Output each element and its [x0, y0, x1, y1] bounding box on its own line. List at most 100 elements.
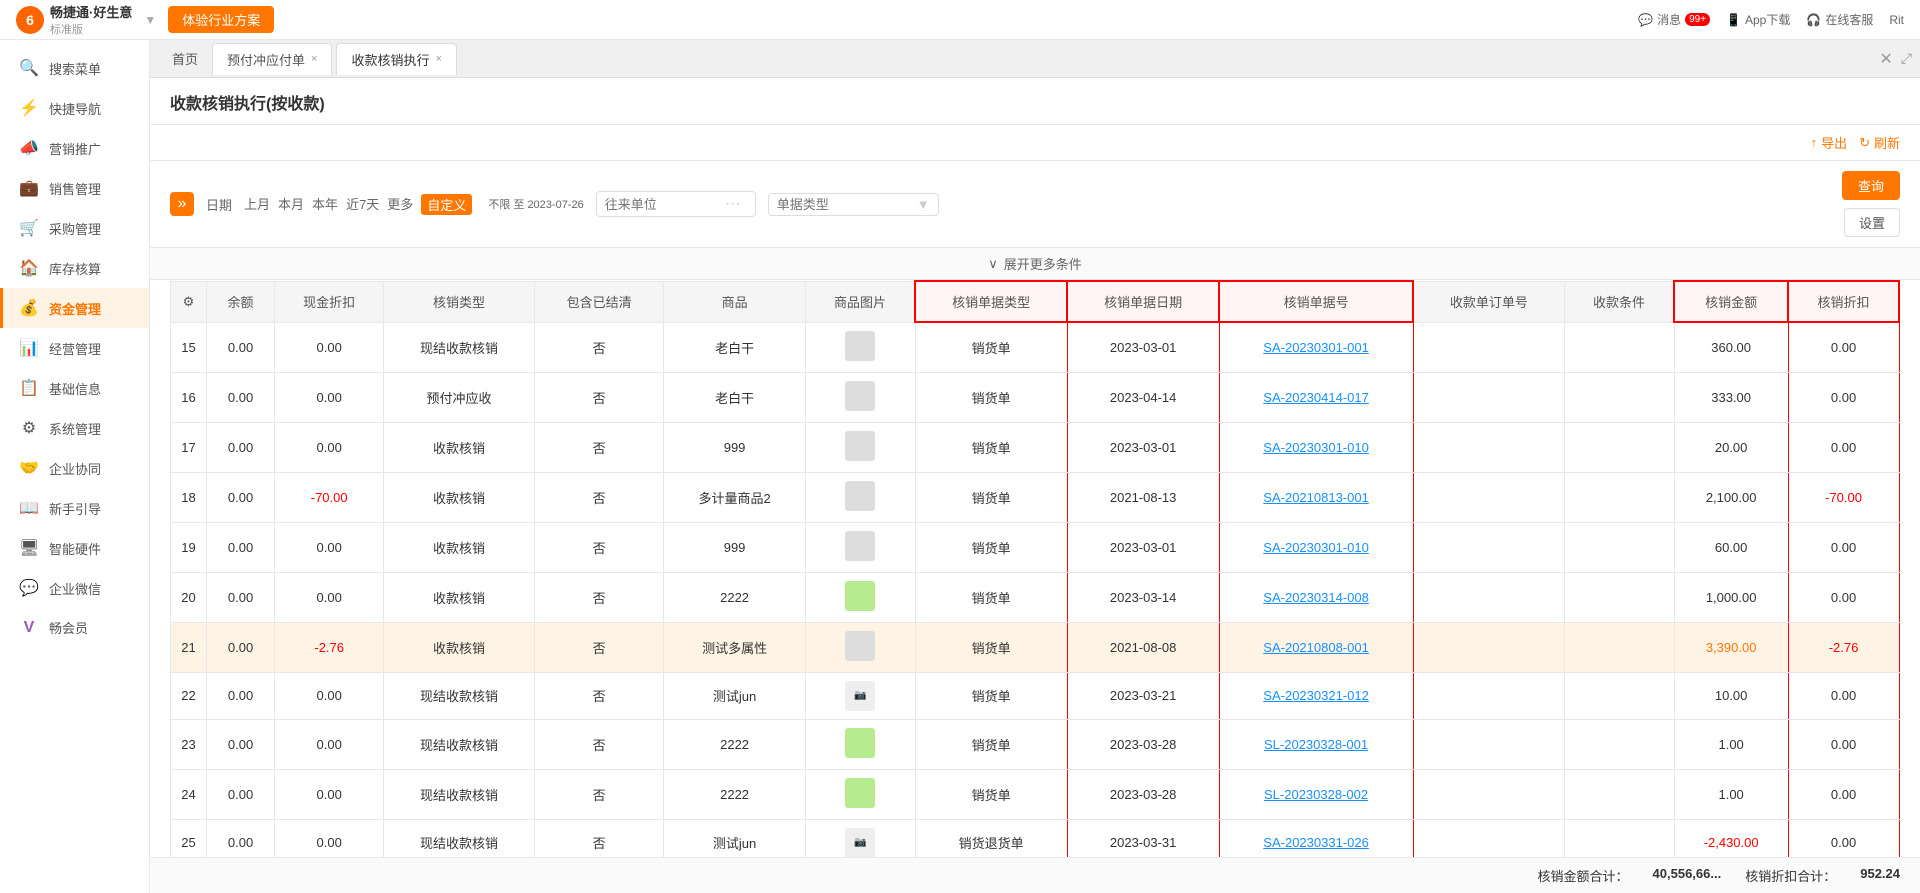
- goods-image: [845, 581, 875, 611]
- sidebar-item-member[interactable]: V 畅会员: [0, 608, 149, 647]
- sidebar-item-wechat[interactable]: 💬 企业微信: [0, 568, 149, 608]
- user-info[interactable]: Rit: [1889, 13, 1904, 27]
- goods-image: [845, 431, 875, 461]
- sidebar-item-search[interactable]: 🔍 搜索菜单: [0, 48, 149, 88]
- row-goods: 999: [664, 522, 805, 572]
- brand: 6 畅捷通·好生意 标准版: [16, 2, 132, 37]
- doc-no-link[interactable]: SL-20230328-002: [1264, 787, 1368, 802]
- date-link-this-month[interactable]: 本月: [278, 194, 304, 215]
- online-service-btn[interactable]: 🎧 在线客服: [1806, 11, 1873, 28]
- col-included: 包含已结清: [534, 281, 664, 322]
- doc-type-input[interactable]: [777, 197, 917, 212]
- sidebar-item-stock[interactable]: 🏠 库存核算: [0, 248, 149, 288]
- row-doc-no[interactable]: SA-20230301-001: [1219, 322, 1413, 372]
- refresh-btn[interactable]: ↻ 刷新: [1859, 133, 1900, 152]
- doc-no-link[interactable]: SA-20230331-026: [1263, 835, 1369, 850]
- sidebar-item-basic[interactable]: 📋 基础信息: [0, 368, 149, 408]
- top-bar-right: 💬 消息 99+ 📱 App下载 🎧 在线客服 Rit: [1638, 11, 1904, 28]
- date-range-wrap: 不限 至 2023-07-26: [488, 196, 583, 212]
- row-doc-date: 2023-03-21: [1067, 672, 1219, 719]
- sidebar-item-purchase[interactable]: 🛒 采购管理: [0, 208, 149, 248]
- row-doc-no[interactable]: SA-20230301-010: [1219, 422, 1413, 472]
- filter-collapse-btn[interactable]: »: [170, 192, 194, 216]
- row-goods: 2222: [664, 572, 805, 622]
- tab-window-close[interactable]: ✕: [1879, 49, 1892, 69]
- doc-no-link[interactable]: SA-20230301-010: [1263, 540, 1369, 555]
- table-row: 180.00-70.00收款核销否多计量商品2销货单2021-08-13SA-2…: [171, 472, 1900, 522]
- date-link-more[interactable]: 更多: [387, 194, 413, 215]
- doc-no-link[interactable]: SA-20230321-012: [1263, 688, 1369, 703]
- counterpart-input[interactable]: [605, 197, 725, 212]
- tab-prepay[interactable]: 预付冲应付单 ×: [212, 43, 332, 75]
- row-included: 否: [534, 622, 664, 672]
- col-doc-type: 核销单据类型: [915, 281, 1067, 322]
- message-btn[interactable]: 💬 消息 99+: [1638, 11, 1710, 28]
- row-hex-discount: 0.00: [1788, 422, 1899, 472]
- export-btn[interactable]: ↑ 导出: [1811, 133, 1848, 152]
- row-doc-no[interactable]: SA-20210808-001: [1219, 622, 1413, 672]
- row-doc-date: 2021-08-13: [1067, 472, 1219, 522]
- query-btn[interactable]: 查询: [1842, 171, 1900, 200]
- filter-right-actions: 查询 设置: [1842, 171, 1900, 237]
- footer-discount-label: 核销折扣合计：: [1745, 866, 1836, 885]
- expand-bar[interactable]: ∨ 展开更多条件: [150, 248, 1920, 280]
- row-doc-no[interactable]: SA-20230414-017: [1219, 372, 1413, 422]
- col-gear[interactable]: ⚙: [171, 281, 207, 322]
- table-row: 160.000.00预付冲应收否老白干销货单2023-04-14SA-20230…: [171, 372, 1900, 422]
- tab-bar: 首页 预付冲应付单 × 收款核销执行 × ✕ ⤢: [150, 40, 1920, 78]
- date-link-this-year[interactable]: 本年: [312, 194, 338, 215]
- row-balance: 0.00: [207, 472, 275, 522]
- date-link-7days[interactable]: 近7天: [346, 194, 379, 215]
- date-link-custom[interactable]: 自定义: [421, 194, 472, 215]
- date-link-last-month[interactable]: 上月: [244, 194, 270, 215]
- row-doc-type: 销货单: [915, 322, 1067, 372]
- counterpart-wrap: ···: [596, 191, 756, 217]
- row-doc-no[interactable]: SL-20230328-001: [1219, 719, 1413, 769]
- tab-window-expand[interactable]: ⤢: [1901, 50, 1912, 67]
- tab-prepay-close[interactable]: ×: [311, 53, 317, 65]
- row-included: 否: [534, 322, 664, 372]
- row-id: 17: [171, 422, 207, 472]
- doc-no-link[interactable]: SA-20210808-001: [1263, 640, 1369, 655]
- sidebar-label-guide: 新手引导: [49, 499, 101, 518]
- row-type: 收款核销: [384, 472, 534, 522]
- tab-receivable[interactable]: 收款核销执行 ×: [336, 43, 456, 75]
- row-doc-date: 2023-03-31: [1067, 819, 1219, 857]
- doc-no-link[interactable]: SA-20230301-010: [1263, 440, 1369, 455]
- doc-no-link[interactable]: SA-20230301-001: [1263, 340, 1369, 355]
- tab-receivable-close[interactable]: ×: [435, 53, 441, 65]
- sidebar-item-marketing[interactable]: 📣 营销推广: [0, 128, 149, 168]
- row-doc-no[interactable]: SA-20230301-010: [1219, 522, 1413, 572]
- date-range-text: 不限 至 2023-07-26: [488, 196, 583, 212]
- row-doc-no[interactable]: SA-20230331-026: [1219, 819, 1413, 857]
- sidebar-item-hardware[interactable]: 🖥 智能硬件: [0, 528, 149, 568]
- doc-no-link[interactable]: SA-20210813-001: [1263, 490, 1369, 505]
- sidebar-item-quick[interactable]: ⚡ 快捷导航: [0, 88, 149, 128]
- sidebar-item-system[interactable]: ⚙ 系统管理: [0, 408, 149, 448]
- row-doc-no[interactable]: SL-20230328-002: [1219, 769, 1413, 819]
- top-industry-btn[interactable]: 体验行业方案: [168, 6, 274, 33]
- top-dropdown[interactable]: ▼: [144, 13, 156, 27]
- sidebar-item-operation[interactable]: 📊 经营管理: [0, 328, 149, 368]
- sidebar-item-collab[interactable]: 🤝 企业协同: [0, 448, 149, 488]
- expand-arrow: ∨: [988, 256, 998, 272]
- sidebar-item-sales[interactable]: 💼 销售管理: [0, 168, 149, 208]
- sidebar-item-guide[interactable]: 📖 新手引导: [0, 488, 149, 528]
- row-goods-img: [805, 769, 915, 819]
- brand-logo: 6: [16, 6, 44, 34]
- row-doc-no[interactable]: SA-20230314-008: [1219, 572, 1413, 622]
- sidebar-item-finance[interactable]: 💰 资金管理: [0, 288, 149, 328]
- app-download-btn[interactable]: 📱 App下载: [1726, 11, 1790, 28]
- doc-no-link[interactable]: SA-20230314-008: [1263, 590, 1369, 605]
- row-included: 否: [534, 672, 664, 719]
- setting-btn[interactable]: 设置: [1844, 208, 1900, 237]
- row-doc-type: 销货单: [915, 672, 1067, 719]
- row-hex-discount: 0.00: [1788, 322, 1899, 372]
- goods-image: [845, 778, 875, 808]
- row-doc-no[interactable]: SA-20210813-001: [1219, 472, 1413, 522]
- row-doc-no[interactable]: SA-20230321-012: [1219, 672, 1413, 719]
- tab-home[interactable]: 首页: [158, 43, 212, 74]
- doc-no-link[interactable]: SL-20230328-001: [1264, 737, 1368, 752]
- row-condition: [1564, 372, 1674, 422]
- doc-no-link[interactable]: SA-20230414-017: [1263, 390, 1369, 405]
